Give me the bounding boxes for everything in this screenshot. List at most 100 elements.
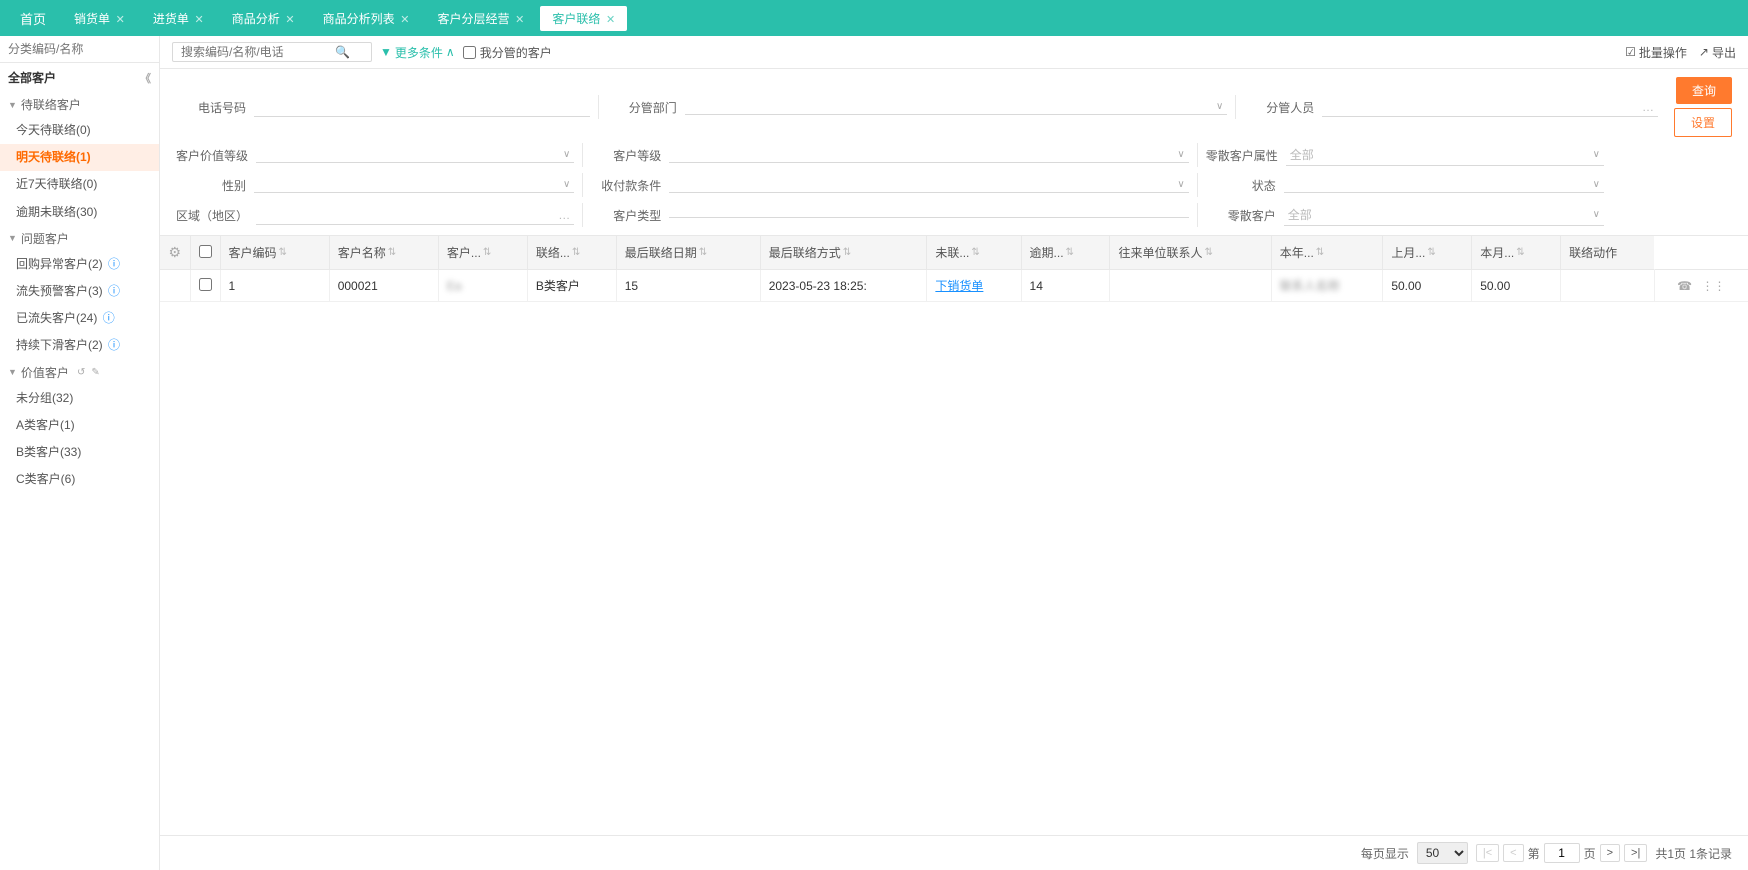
cell-this-month (1561, 270, 1654, 302)
sidebar-item-abnormal-repurchase[interactable]: 回购异常客户(2) ⓘ (0, 251, 159, 278)
filter-manager-select[interactable]: … (1322, 98, 1658, 117)
filter-gender-select[interactable]: ∨ (254, 177, 574, 193)
row-checkbox[interactable] (199, 278, 212, 291)
my-customers-checkbox[interactable] (463, 46, 476, 59)
sort-icon-contact-person[interactable]: ⇅ (1204, 247, 1212, 258)
sidebar-group-value[interactable]: 价值客户 ↺ ✎ (0, 360, 159, 385)
nav-product-analysis-list[interactable]: 商品分析列表 ✕ (311, 6, 422, 31)
cell-uncontacted: 14 (1021, 270, 1110, 302)
th-name: 客户名称 ⇅ (329, 236, 438, 270)
nav-close-purchase-order[interactable]: ✕ (195, 14, 204, 26)
th-gear[interactable]: ⚙ (160, 236, 190, 270)
nav-product-analysis[interactable]: 商品分析 ✕ (220, 6, 307, 31)
filter-region-select[interactable]: … (256, 206, 574, 225)
per-page-select[interactable]: 50 100 200 (1417, 842, 1468, 864)
sidebar-item-class-a[interactable]: A类客户(1) (0, 412, 159, 439)
th-checkbox[interactable] (190, 236, 220, 270)
batch-operation-button[interactable]: ☑ 批量操作 (1625, 44, 1687, 61)
th-this-month: 本月... ⇅ (1472, 236, 1561, 270)
select-all-checkbox[interactable] (199, 245, 212, 258)
th-contact-person: 往来单位联系人 ⇅ (1110, 236, 1271, 270)
action-phone-icon[interactable]: ☎ (1677, 279, 1692, 293)
contact-method-link[interactable]: 下销货单 (935, 279, 983, 293)
action-more-icon[interactable]: ⋮⋮ (1701, 279, 1725, 293)
filter-customer-level-select[interactable]: ∨ (669, 147, 1188, 163)
last-page-button[interactable]: >| (1624, 844, 1647, 862)
filter-retail-customer-select[interactable]: 全部 ∨ (1284, 204, 1604, 226)
sort-icon-name[interactable]: ⇅ (388, 247, 396, 258)
sidebar-item-7day-contact[interactable]: 近7天待联络(0) (0, 171, 159, 198)
sort-icon-uncontacted[interactable]: ⇅ (971, 247, 979, 258)
th-uncontacted: 未联... ⇅ (927, 236, 1021, 270)
sidebar-item-declining[interactable]: 持续下滑客户(2) ⓘ (0, 332, 159, 359)
sidebar-item-tomorrow-contact[interactable]: 明天待联络(1) (0, 144, 159, 171)
search-box[interactable]: 🔍 (172, 42, 372, 62)
filter-customer-value-select[interactable]: ∨ (256, 147, 574, 163)
sort-icon-overdue[interactable]: ⇅ (1066, 247, 1074, 258)
sort-icon-last-contact-method[interactable]: ⇅ (843, 247, 851, 258)
prev-page-button[interactable]: < (1503, 844, 1523, 862)
sidebar-item-churned[interactable]: 已流失客户(24) ⓘ (0, 305, 159, 332)
nav-close-sales-order[interactable]: ✕ (116, 14, 125, 26)
per-page-label: 每页显示 (1361, 845, 1409, 862)
sidebar-item-overdue-contact[interactable]: 逾期未联络(30) (0, 199, 159, 226)
sidebar-group-problem[interactable]: 问题客户 (0, 226, 159, 251)
sort-icon-contact-count[interactable]: ⇅ (572, 247, 580, 258)
settings-button[interactable]: 设置 (1674, 108, 1732, 137)
filter-status-select[interactable]: ∨ (1284, 177, 1604, 193)
nav-purchase-order[interactable]: 进货单 ✕ (141, 6, 216, 31)
sidebar: 🔍 全部客户 《 待联络客户 今天待联络(0) 明天待联络(1) 近7天待联络(… (0, 36, 160, 870)
nav-customer-tiering[interactable]: 客户分层经营 ✕ (425, 6, 536, 31)
sidebar-group-pending[interactable]: 待联络客户 (0, 92, 159, 117)
toolbar-actions: ☑ 批量操作 ↗ 导出 (1625, 44, 1736, 61)
filter-phone-input[interactable] (254, 98, 590, 117)
main-search-input[interactable] (181, 45, 331, 59)
filter-dept-select[interactable]: ∨ (685, 99, 1228, 115)
filter-retail-attr-select[interactable]: 全部 ∨ (1286, 144, 1604, 166)
sidebar-item-class-b[interactable]: B类客户(33) (0, 439, 159, 466)
filter-payment-select[interactable]: ∨ (669, 177, 1188, 193)
sort-icon-last-contact-date[interactable]: ⇅ (699, 247, 707, 258)
export-button[interactable]: ↗ 导出 (1699, 44, 1736, 61)
sidebar-all-customers[interactable]: 全部客户 《 (0, 63, 159, 92)
nav-sales-order[interactable]: 销货单 ✕ (62, 6, 137, 31)
info-icon-churn-warning: ⓘ (108, 284, 120, 298)
nav-customer-contact[interactable]: 客户联络 ✕ (540, 6, 627, 31)
cell-name[interactable]: Ea (438, 270, 527, 302)
cell-last-contact-date: 2023-05-23 18:25: (760, 270, 927, 302)
toolbar: 🔍 ▼ 更多条件 ∧ 我分管的客户 ☑ 批量操作 ↗ 导出 (160, 36, 1748, 69)
sort-icon-this-year[interactable]: ⇅ (1316, 247, 1324, 258)
my-customers-checkbox-label[interactable]: 我分管的客户 (463, 44, 552, 61)
customer-value-caret-icon: ∨ (563, 149, 570, 160)
sort-icon-type[interactable]: ⇅ (483, 247, 491, 258)
nav-close-customer-contact[interactable]: ✕ (606, 14, 615, 26)
column-settings-icon[interactable]: ⚙ (168, 244, 181, 260)
sidebar-item-churn-warning[interactable]: 流失预警客户(3) ⓘ (0, 278, 159, 305)
sort-icon-code[interactable]: ⇅ (279, 247, 287, 258)
filter-cell-retail-customer: 零散客户 全部 ∨ (1198, 204, 1612, 226)
sort-icon-this-month[interactable]: ⇅ (1516, 247, 1524, 258)
page-number-input[interactable] (1544, 843, 1580, 863)
filter-customer-type-select[interactable] (669, 213, 1188, 218)
filter-cell-customer-value: 客户价值等级 ∨ (176, 147, 582, 164)
sidebar-item-today-contact[interactable]: 今天待联络(0) (0, 117, 159, 144)
cell-checkbox[interactable] (190, 270, 220, 302)
filter-cell-customer-level: 客户等级 ∨ (583, 147, 1196, 164)
table-row: 1 000021 Ea B类客户 15 2023-05-23 18:25: 下销… (160, 270, 1748, 302)
first-page-button[interactable]: |< (1476, 844, 1499, 862)
query-button[interactable]: 查询 (1676, 77, 1732, 104)
sidebar-item-class-c[interactable]: C类客户(6) (0, 466, 159, 493)
cell-last-contact-method[interactable]: 下销货单 (927, 270, 1021, 302)
nav-close-customer-tiering[interactable]: ✕ (515, 14, 524, 26)
nav-home[interactable]: 首页 (8, 5, 58, 32)
sidebar-search-input[interactable] (8, 42, 160, 56)
filter-row-4: 区域（地区） … 客户类型 零散客户 (176, 203, 1732, 227)
more-filter-button[interactable]: ▼ 更多条件 ∧ (380, 44, 455, 61)
sidebar-item-ungrouped[interactable]: 未分组(32) (0, 385, 159, 412)
nav-close-product-analysis[interactable]: ✕ (285, 14, 294, 26)
sidebar-search-box[interactable]: 🔍 (0, 36, 159, 63)
nav-close-product-analysis-list[interactable]: ✕ (400, 14, 409, 26)
next-page-button[interactable]: > (1600, 844, 1620, 862)
sort-icon-last-month[interactable]: ⇅ (1427, 247, 1435, 258)
main-search-icon[interactable]: 🔍 (335, 45, 350, 59)
